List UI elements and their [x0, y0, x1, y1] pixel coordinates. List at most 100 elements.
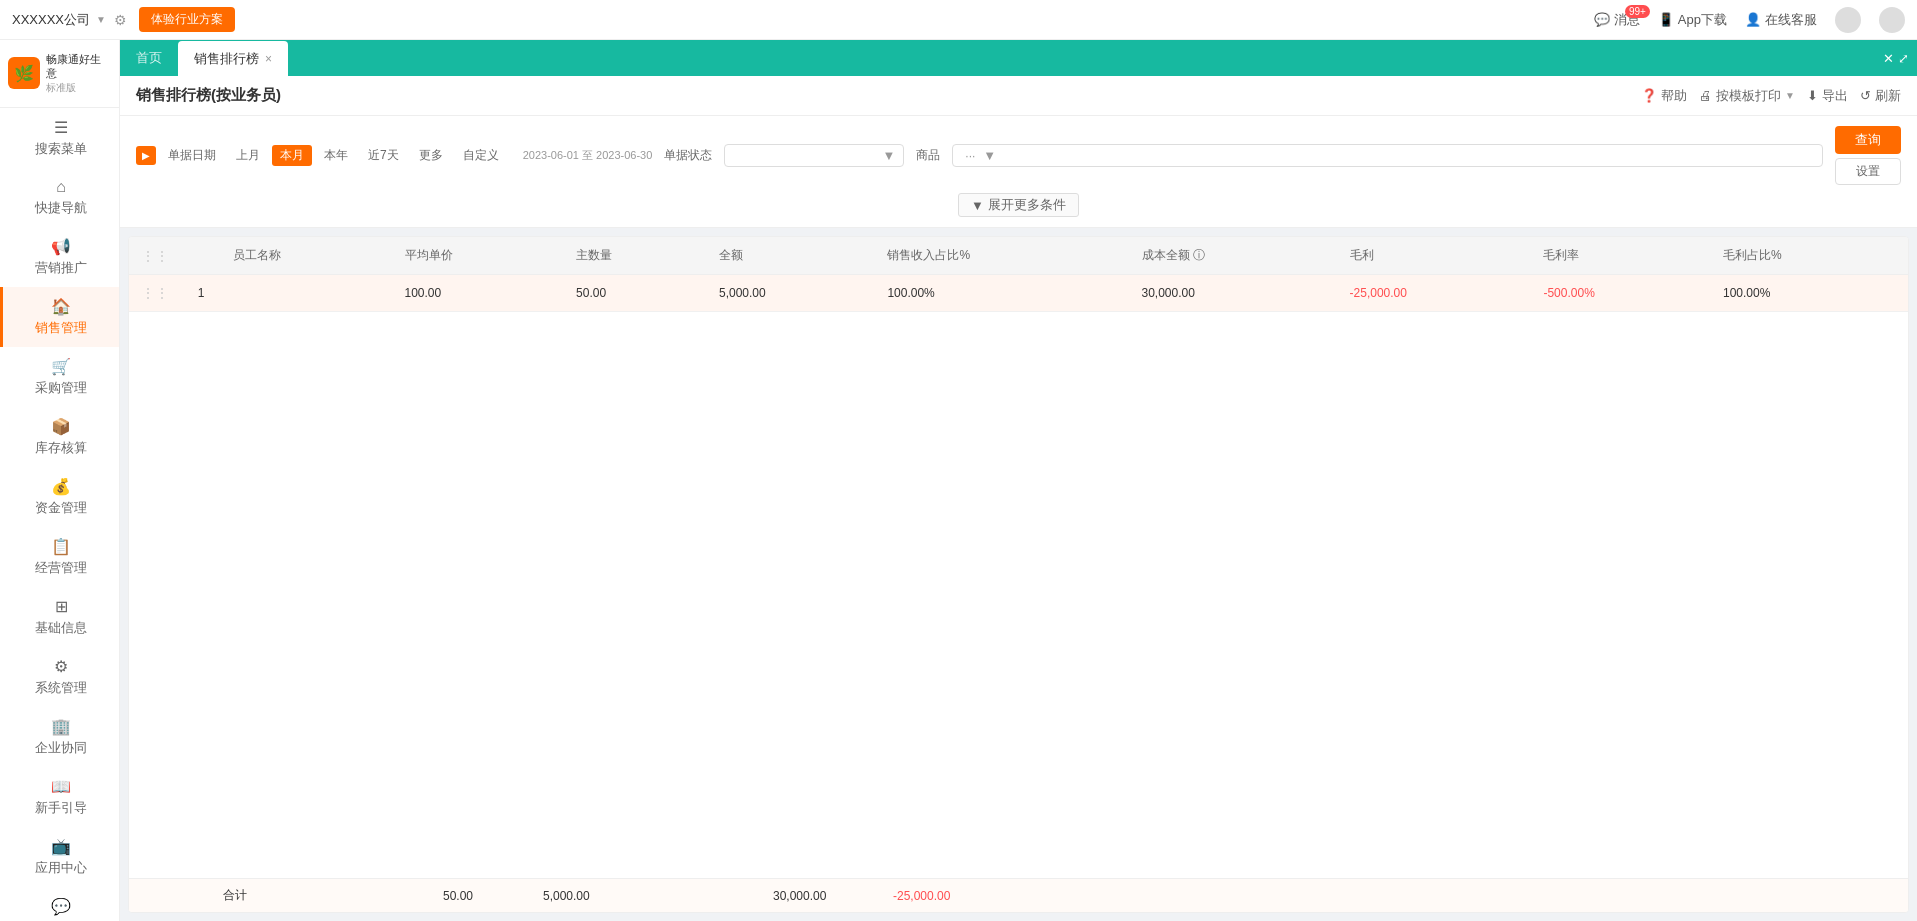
date-range-text: 2023-06-01 至 2023-06-30	[523, 148, 653, 163]
date-tab-7days[interactable]: 近7天	[360, 145, 407, 166]
tab-actions: ✕ ⤢	[1883, 51, 1917, 66]
export-button[interactable]: ⬇ 导出	[1807, 87, 1848, 105]
row-drag: ⋮⋮	[129, 275, 181, 312]
status-chevron-icon: ▼	[882, 148, 895, 163]
inventory-icon: 📦	[51, 417, 71, 436]
date-tabs: 上月 本月 本年 近7天 更多 自定义	[228, 145, 507, 166]
trial-button[interactable]: 体验行业方案	[139, 7, 235, 32]
sidebar-label-purchase: 采购管理	[35, 379, 87, 397]
row-sales-ratio: 100.00%	[875, 275, 1129, 312]
right-panel: 查询 设置	[1835, 126, 1901, 185]
sidebar-item-guide[interactable]: 📖 新手引导	[0, 767, 119, 827]
export-icon: ⬇	[1807, 88, 1818, 103]
col-sales-ratio: 销售收入占比%	[875, 237, 1129, 275]
row-avg-price: 100.00	[393, 275, 565, 312]
col-gross-rate: 毛利率	[1531, 237, 1711, 275]
tab-bar: 首页 销售排行榜 × ✕ ⤢	[120, 40, 1917, 76]
base-icon: ⊞	[55, 597, 68, 616]
sidebar-item-apps[interactable]: 📺 应用中心	[0, 827, 119, 887]
company-selector[interactable]: XXXXXX公司 ▼	[12, 11, 106, 29]
content-area: 首页 销售排行榜 × ✕ ⤢ 销售排行榜(按业务员) ❓ 帮助	[120, 40, 1917, 921]
service-label: 在线客服	[1765, 11, 1817, 29]
sidebar-label-marketing: 营销推广	[35, 259, 87, 277]
print-button[interactable]: 🖨 按模板打印 ▼	[1699, 87, 1795, 105]
sidebar-item-finance[interactable]: 💰 资金管理	[0, 467, 119, 527]
help-icon: ❓	[1641, 88, 1657, 103]
refresh-button[interactable]: ↺ 刷新	[1860, 87, 1901, 105]
query-button[interactable]: 查询	[1835, 126, 1901, 154]
footer-gross: -25,000.00	[881, 889, 962, 903]
sidebar-item-collab[interactable]: 🏢 企业协同	[0, 707, 119, 767]
sidebar-item-marketing[interactable]: 📢 营销推广	[0, 227, 119, 287]
export-label: 导出	[1822, 87, 1848, 105]
print-icon: 🖨	[1699, 88, 1712, 103]
sidebar-label-system: 系统管理	[35, 679, 87, 697]
app-download-button[interactable]: 📱 App下载	[1658, 11, 1727, 29]
logo-sub: 标准版	[46, 81, 111, 95]
status-select[interactable]: ▼	[724, 144, 904, 167]
app-icon: 📱	[1658, 12, 1674, 27]
avatar[interactable]	[1835, 7, 1861, 33]
row-rank: 1	[181, 275, 221, 312]
table-row: ⋮⋮ 1 100.00 50.00 5,000.00 100.00% 30,00…	[129, 275, 1908, 312]
row-gross-ratio: 100.00%	[1711, 275, 1908, 312]
tab-minimize-icon[interactable]: ✕	[1883, 51, 1894, 66]
filter-toggle-button[interactable]: ▶	[136, 146, 156, 165]
date-tab-more[interactable]: 更多	[411, 145, 451, 166]
sidebar-item-sales[interactable]: 🏠 销售管理	[0, 287, 119, 347]
settings-button[interactable]: 设置	[1835, 158, 1901, 185]
marketing-icon: 📢	[51, 237, 71, 256]
settings-icon[interactable]: ⚙	[114, 12, 127, 28]
help-label: 帮助	[1661, 87, 1687, 105]
expand-chevron-icon: ▼	[971, 198, 984, 213]
avatar2[interactable]	[1879, 7, 1905, 33]
col-employee: 员工名称	[221, 237, 393, 275]
expand-row: ▼ 展开更多条件	[136, 193, 1901, 217]
date-tab-this-month[interactable]: 本月	[272, 145, 312, 166]
main-layout: 🌿 畅康通好生意 标准版 ☰ 搜索菜单 ⌂ 快捷导航 📢 营销推广 🏠 销售管理…	[0, 40, 1917, 921]
col-rank	[181, 237, 221, 275]
footer-label: 合计	[211, 887, 331, 904]
sidebar-label-quick: 快捷导航	[35, 199, 87, 217]
refresh-icon: ↺	[1860, 88, 1871, 103]
message-badge: 99+	[1625, 5, 1650, 18]
col-amount: 全额	[707, 237, 875, 275]
sidebar-item-wechat[interactable]: 💬 企业微信	[0, 887, 119, 921]
help-button[interactable]: ❓ 帮助	[1641, 87, 1687, 105]
company-name: XXXXXX公司	[12, 11, 90, 29]
message-button[interactable]: 💬 消息 99+	[1594, 11, 1640, 29]
service-button[interactable]: 👤 在线客服	[1745, 11, 1817, 29]
expand-button[interactable]: ▼ 展开更多条件	[958, 193, 1079, 217]
top-bar: XXXXXX公司 ▼ ⚙ 体验行业方案 💬 消息 99+ 📱 App下载 👤 在…	[0, 0, 1917, 40]
sidebar-item-inventory[interactable]: 📦 库存核算	[0, 407, 119, 467]
tab-home-label: 首页	[136, 49, 162, 67]
goods-select[interactable]: ··· ▼	[952, 144, 1823, 167]
apps-icon: 📺	[51, 837, 71, 856]
sidebar-label-apps: 应用中心	[35, 859, 87, 877]
sidebar-item-search[interactable]: ☰ 搜索菜单	[0, 108, 119, 168]
sidebar-item-base[interactable]: ⊞ 基础信息	[0, 587, 119, 647]
tab-close-icon[interactable]: ×	[265, 52, 272, 66]
date-tab-last-month[interactable]: 上月	[228, 145, 268, 166]
goods-chevron-icon: ▼	[983, 148, 996, 163]
purchase-icon: 🛒	[51, 357, 71, 376]
sidebar-item-purchase[interactable]: 🛒 采购管理	[0, 347, 119, 407]
tab-home[interactable]: 首页	[120, 40, 178, 76]
date-tab-custom[interactable]: 自定义	[455, 145, 507, 166]
col-qty: 主数量	[564, 237, 707, 275]
sidebar-item-system[interactable]: ⚙ 系统管理	[0, 647, 119, 707]
col-cost: 成本全额 ⓘ	[1130, 237, 1338, 275]
tab-expand-icon[interactable]: ⤢	[1898, 51, 1909, 66]
logo-text: 畅康通好生意	[46, 52, 111, 81]
row-gross: -25,000.00	[1338, 275, 1532, 312]
tab-sales-rank[interactable]: 销售排行榜 ×	[178, 41, 288, 77]
logo-icon: 🌿	[8, 57, 40, 89]
sidebar-label-search: 搜索菜单	[35, 140, 87, 158]
refresh-label: 刷新	[1875, 87, 1901, 105]
sidebar-item-operations[interactable]: 📋 经营管理	[0, 527, 119, 587]
page-actions: ❓ 帮助 🖨 按模板打印 ▼ ⬇ 导出 ↺ 刷新	[1641, 87, 1901, 105]
sidebar-item-quick[interactable]: ⌂ 快捷导航	[0, 168, 119, 227]
col-gross: 毛利	[1338, 237, 1532, 275]
sidebar-label-base: 基础信息	[35, 619, 87, 637]
date-tab-this-year[interactable]: 本年	[316, 145, 356, 166]
